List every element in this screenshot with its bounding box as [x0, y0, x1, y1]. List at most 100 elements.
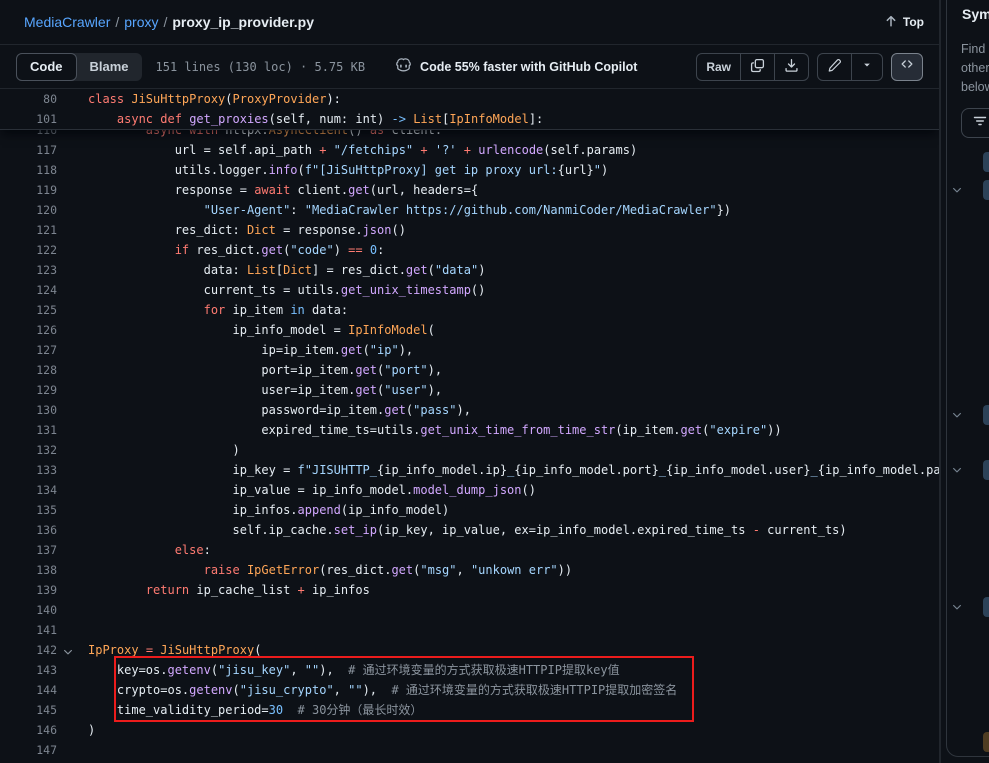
line-number[interactable]: 135 [0, 500, 57, 520]
line-number[interactable]: 124 [0, 280, 57, 300]
line-number[interactable]: 128 [0, 360, 57, 380]
line-number[interactable]: 142 [0, 640, 57, 660]
symbol-kind-badge [983, 405, 989, 425]
code-line: 101 async def get_proxies(self, num: int… [0, 109, 939, 129]
code-line: 121 res_dict: Dict = response.json() [0, 220, 939, 240]
line-number[interactable]: 143 [0, 660, 57, 680]
code-line: 126 ip_info_model = IpInfoModel( [0, 320, 939, 340]
line-number[interactable]: 123 [0, 260, 57, 280]
code-line: 122 if res_dict.get("code") == 0: [0, 240, 939, 260]
symbols-filter-button[interactable] [961, 108, 989, 138]
line-number[interactable]: 101 [0, 109, 57, 129]
symbols-panel-toggle-button[interactable] [891, 53, 923, 81]
line-number[interactable]: 137 [0, 540, 57, 560]
raw-button[interactable]: Raw [697, 54, 740, 80]
symbol-tree-item[interactable] [941, 180, 989, 200]
line-number[interactable]: 120 [0, 200, 57, 220]
chevron-down-icon[interactable] [951, 408, 964, 421]
line-number[interactable]: 144 [0, 680, 57, 700]
line-number[interactable]: 116 [0, 130, 57, 140]
line-number[interactable]: 147 [0, 740, 57, 760]
code-line: 138 raise IpGetError(res_dict.get("msg",… [0, 560, 939, 580]
code-line: 129 user=ip_item.get("user"), [0, 380, 939, 400]
line-number[interactable]: 146 [0, 720, 57, 740]
copy-raw-content-button[interactable] [740, 54, 774, 80]
code-line: 141 [0, 620, 939, 640]
line-number[interactable]: 132 [0, 440, 57, 460]
line-number[interactable]: 122 [0, 240, 57, 260]
code-text: password=ip_item.get("pass"), [57, 400, 471, 420]
line-number[interactable]: 130 [0, 400, 57, 420]
symbol-kind-badge [983, 460, 989, 480]
symbol-tree-item[interactable] [941, 460, 989, 480]
breadcrumb-repo-link[interactable]: MediaCrawler [24, 14, 110, 30]
code-text: time_validity_period=30 # 30分钟（最长时效） [57, 700, 422, 720]
line-number[interactable]: 125 [0, 300, 57, 320]
line-number[interactable]: 133 [0, 460, 57, 480]
edit-file-button[interactable] [818, 54, 851, 80]
symbols-panel-description: Findotherbelow [961, 40, 989, 97]
line-number[interactable]: 127 [0, 340, 57, 360]
breadcrumb-separator: / [158, 14, 172, 30]
code-text: raise IpGetError(res_dict.get("msg", "un… [57, 560, 572, 580]
line-number[interactable]: 141 [0, 620, 57, 640]
code-line: 139 return ip_cache_list + ip_infos [0, 580, 939, 600]
line-number[interactable]: 134 [0, 480, 57, 500]
tab-code[interactable]: Code [16, 53, 77, 81]
line-number[interactable]: 138 [0, 560, 57, 580]
code-text: res_dict: Dict = response.json() [57, 220, 406, 240]
code-line: 146) [0, 720, 939, 740]
line-number[interactable]: 139 [0, 580, 57, 600]
scroll-to-top-button[interactable]: Top [884, 14, 924, 31]
symbol-tree-item[interactable] [941, 732, 989, 752]
code-text: async def get_proxies(self, num: int) ->… [57, 109, 543, 129]
code-line: 117 url = self.api_path + "/fetchips" + … [0, 140, 939, 160]
code-line: 130 password=ip_item.get("pass"), [0, 400, 939, 420]
arrow-up-icon [884, 14, 898, 31]
symbol-kind-badge [983, 180, 989, 200]
code-text: else: [57, 540, 211, 560]
code-text [57, 600, 88, 620]
code-line: 134 ip_value = ip_info_model.model_dump_… [0, 480, 939, 500]
symbol-kind-badge [983, 732, 989, 752]
code-area: 80class JiSuHttpProxy(ProxyProvider):101… [0, 88, 939, 763]
collapse-chevron-icon[interactable] [62, 644, 74, 656]
line-number[interactable]: 80 [0, 89, 57, 109]
line-number[interactable]: 121 [0, 220, 57, 240]
copilot-banner[interactable]: Code 55% faster with GitHub Copilot [395, 57, 637, 77]
line-number[interactable]: 118 [0, 160, 57, 180]
download-icon [784, 58, 799, 76]
breadcrumb: MediaCrawler/proxy/proxy_ip_provider.py [24, 14, 314, 30]
symbol-tree-item[interactable] [941, 152, 989, 172]
download-button[interactable] [774, 54, 808, 80]
line-number[interactable]: 140 [0, 600, 57, 620]
line-number[interactable]: 136 [0, 520, 57, 540]
symbol-tree-item[interactable] [941, 597, 989, 617]
line-number[interactable]: 119 [0, 180, 57, 200]
code-line: 125 for ip_item in data: [0, 300, 939, 320]
breadcrumb-folder-link[interactable]: proxy [124, 14, 158, 30]
symbol-tree-item[interactable] [941, 405, 989, 425]
edit-options-dropdown[interactable] [851, 54, 882, 80]
chevron-down-icon[interactable] [951, 463, 964, 476]
line-number[interactable]: 145 [0, 700, 57, 720]
symbol-kind-badge [983, 597, 989, 617]
line-number[interactable]: 131 [0, 420, 57, 440]
line-number[interactable]: 126 [0, 320, 57, 340]
code-line: 128 port=ip_item.get("port"), [0, 360, 939, 380]
line-number[interactable]: 129 [0, 380, 57, 400]
caret-down-icon [861, 59, 873, 74]
symbols-panel: Symbols Findotherbelow [940, 0, 989, 763]
code-line: 136 self.ip_cache.set_ip(ip_key, ip_valu… [0, 520, 939, 540]
file-meta-info: 151 lines (130 loc) · 5.75 KB [156, 60, 366, 74]
chevron-down-icon[interactable] [951, 600, 964, 613]
line-number[interactable]: 117 [0, 140, 57, 160]
breadcrumb-separator: / [110, 14, 124, 30]
chevron-down-icon[interactable] [951, 183, 964, 196]
code-text: expired_time_ts=utils.get_unix_time_from… [57, 420, 782, 440]
tab-blame[interactable]: Blame [77, 53, 142, 81]
code-line: 123 data: List[Dict] = res_dict.get("dat… [0, 260, 939, 280]
code-blame-tabs: Code Blame [16, 53, 142, 81]
code-text: "User-Agent": "MediaCrawler https://gith… [57, 200, 731, 220]
code-text: crypto=os.getenv("jisu_crypto", ""), # 通… [57, 680, 677, 700]
